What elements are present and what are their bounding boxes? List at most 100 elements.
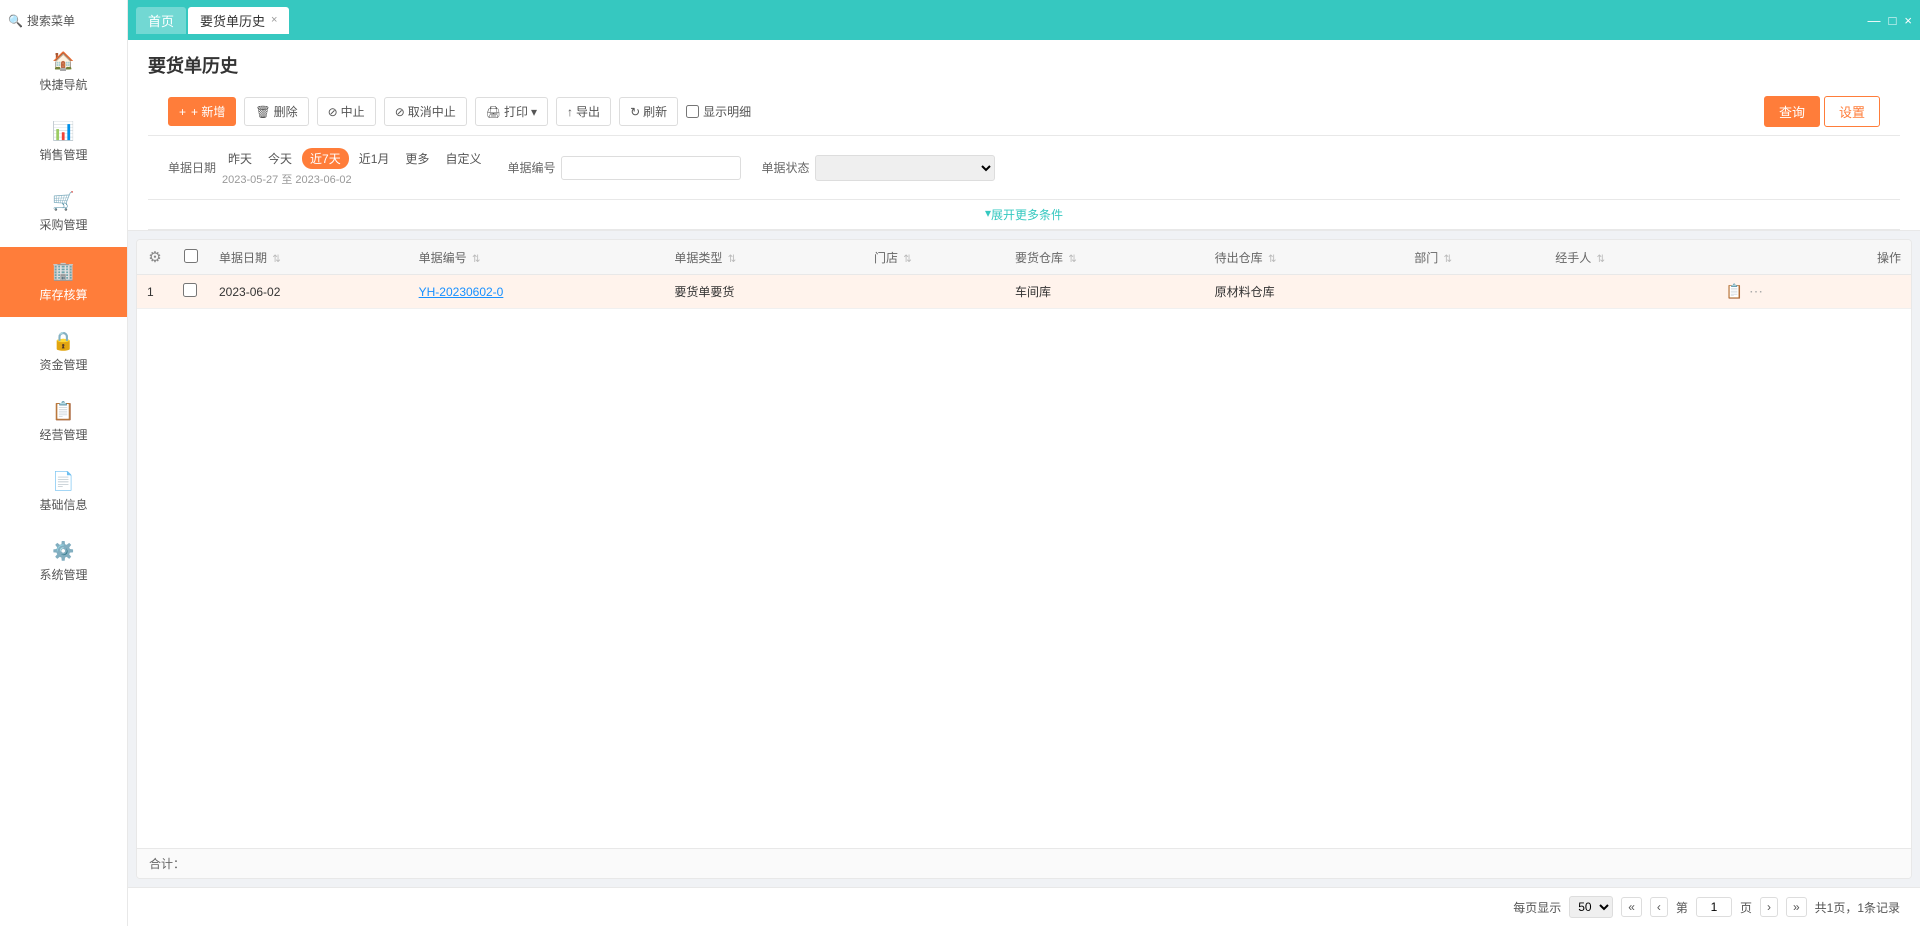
sidebar-item-purchase[interactable]: 🛒 采购管理 <box>0 177 127 247</box>
close-window-icon[interactable]: × <box>1904 13 1912 28</box>
table-footer: 合计： <box>137 848 1911 878</box>
page-input[interactable] <box>1696 897 1732 917</box>
refresh-button[interactable]: ↻ 刷新 <box>619 97 678 126</box>
operations-icon: 📋 <box>52 401 74 422</box>
sidebar-item-sales[interactable]: 📊 销售管理 <box>0 107 127 177</box>
sales-icon: 📊 <box>52 121 74 142</box>
last-page-btn[interactable]: » <box>1786 897 1807 917</box>
delete-label: 删除 <box>274 103 298 120</box>
th-date-sort-icon[interactable]: ⇅ <box>272 254 280 265</box>
sidebar-item-label: 采购管理 <box>39 216 87 233</box>
date-btn-more[interactable]: 更多 <box>399 148 435 169</box>
new-label: + 新增 <box>191 103 225 120</box>
op-icons: 📋 ⋯ <box>1726 283 1901 300</box>
doc-no-link[interactable]: YH-20230602-0 <box>419 285 504 299</box>
expand-more-button[interactable]: ▾ 展开更多条件 <box>148 200 1900 230</box>
search-icon: 🔍 <box>8 14 23 28</box>
toolbar: + + 新增 🗑 删除 ⊘ 中止 ⊘ 取消中止 🖨 打印 <box>148 88 1900 136</box>
docno-input[interactable] <box>561 156 741 180</box>
sidebar-item-finance[interactable]: 🔒 资金管理 <box>0 317 127 387</box>
suspend-button[interactable]: ⊘ 中止 <box>317 97 376 126</box>
th-pending-warehouse: 待出仓库 ⇅ <box>1205 240 1405 275</box>
finance-icon: 🔒 <box>52 331 74 352</box>
sidebar-search[interactable]: 🔍 搜索菜单 <box>0 0 127 37</box>
new-button[interactable]: + + 新增 <box>168 97 236 126</box>
per-page-select[interactable]: 50 <box>1569 896 1613 918</box>
date-btn-1month[interactable]: 近1月 <box>353 148 396 169</box>
prev-page-btn[interactable]: ‹ <box>1650 897 1668 917</box>
td-date: 2023-06-02 <box>209 275 409 309</box>
th-operations: 操作 <box>1716 240 1911 275</box>
date-btn-custom[interactable]: 自定义 <box>439 148 487 169</box>
page-suffix: 页 <box>1740 899 1752 916</box>
query-button[interactable]: 查询 <box>1764 96 1820 127</box>
td-department <box>1404 275 1545 309</box>
system-icon: ⚙️ <box>52 541 74 562</box>
op-view-icon[interactable]: 📋 <box>1726 283 1743 300</box>
refresh-label: 刷新 <box>643 103 667 120</box>
cancel-suspend-button[interactable]: ⊘ 取消中止 <box>384 97 467 126</box>
td-docno: YH-20230602-0 <box>409 275 665 309</box>
td-handler <box>1545 275 1715 309</box>
sidebar-item-label: 经营管理 <box>39 426 87 443</box>
th-handler: 经手人 ⇅ <box>1545 240 1715 275</box>
sidebar-item-inventory[interactable]: 🏢 库存核算 <box>0 247 127 317</box>
date-btn-today[interactable]: 今天 <box>262 148 298 169</box>
delete-button[interactable]: 🗑 删除 <box>244 97 308 126</box>
next-page-btn[interactable]: › <box>1760 897 1778 917</box>
sidebar-item-quick-nav[interactable]: 🏠 快捷导航 <box>0 37 127 107</box>
sidebar-item-label: 库存核算 <box>39 286 87 303</box>
th-store: 门店 ⇅ <box>864 240 1005 275</box>
tab-home[interactable]: 首页 <box>136 7 186 34</box>
th-settings: ⚙ <box>137 240 173 275</box>
minimize-icon[interactable]: — <box>1868 13 1881 28</box>
content-area: 要货单历史 + + 新增 🗑 删除 ⊘ 中止 ⊘ 取消中止 <box>128 40 1920 926</box>
date-range-display: 2023-05-27 至 2023-06-02 <box>222 171 487 187</box>
row-checkbox[interactable] <box>183 283 197 297</box>
date-btn-7days[interactable]: 近7天 <box>302 148 349 169</box>
sidebar-item-system[interactable]: ⚙️ 系统管理 <box>0 527 127 597</box>
cancel-suspend-icon: ⊘ <box>395 105 405 119</box>
display-detail-checkbox[interactable] <box>686 105 699 118</box>
tab-close-icon[interactable]: × <box>271 14 277 26</box>
td-store <box>864 275 1005 309</box>
th-department-sort-icon[interactable]: ⇅ <box>1444 254 1452 265</box>
date-btn-yesterday[interactable]: 昨天 <box>222 148 258 169</box>
home-icon: 🏠 <box>52 51 74 72</box>
inventory-icon: 🏢 <box>52 261 74 282</box>
data-table: ⚙ 单据日期 ⇅ 单据编号 ⇅ <box>137 240 1911 309</box>
status-select[interactable] <box>815 155 995 181</box>
first-page-btn[interactable]: « <box>1621 897 1642 917</box>
table-header-row: ⚙ 单据日期 ⇅ 单据编号 ⇅ <box>137 240 1911 275</box>
cancel-suspend-label: 取消中止 <box>408 103 456 120</box>
display-detail-label[interactable]: 显示明细 <box>686 103 751 120</box>
td-checkbox <box>173 275 209 309</box>
pagination-bar: 每页显示 50 « ‹ 第 页 › » 共1页，1条记录 <box>128 887 1920 926</box>
topbar-window-controls: — □ × <box>1868 13 1912 28</box>
sidebar-item-basic[interactable]: 📄 基础信息 <box>0 457 127 527</box>
print-icon: 🖨 <box>486 105 501 119</box>
page-header: 要货单历史 + + 新增 🗑 删除 ⊘ 中止 ⊘ 取消中止 <box>128 40 1920 231</box>
settings-gear-icon[interactable]: ⚙ <box>148 249 161 266</box>
tab-active[interactable]: 要货单历史 × <box>188 7 289 34</box>
per-page-label: 每页显示 <box>1513 899 1561 916</box>
select-all-checkbox[interactable] <box>184 249 198 263</box>
page-title: 要货单历史 <box>148 52 1900 78</box>
print-label: 打印 <box>504 103 528 120</box>
op-more-icon[interactable]: ⋯ <box>1749 283 1763 300</box>
th-doctype-sort-icon[interactable]: ⇅ <box>728 254 736 265</box>
export-button[interactable]: ↑ 导出 <box>556 97 611 126</box>
th-docno-sort-icon[interactable]: ⇅ <box>472 254 480 265</box>
sidebar-item-label: 系统管理 <box>39 566 87 583</box>
th-pending-warehouse-sort-icon[interactable]: ⇅ <box>1268 254 1276 265</box>
date-filter-options-col: 昨天 今天 近7天 近1月 更多 自定义 2023-05-27 至 2023-0… <box>222 148 487 187</box>
print-button[interactable]: 🖨 打印 ▾ <box>475 97 548 126</box>
th-store-sort-icon[interactable]: ⇅ <box>903 254 911 265</box>
td-doctype: 要货单要货 <box>664 275 864 309</box>
maximize-icon[interactable]: □ <box>1889 13 1897 28</box>
suspend-icon: ⊘ <box>328 105 338 119</box>
settings-button[interactable]: 设置 <box>1824 96 1880 127</box>
th-req-warehouse-sort-icon[interactable]: ⇅ <box>1068 254 1076 265</box>
sidebar-item-operations[interactable]: 📋 经营管理 <box>0 387 127 457</box>
th-handler-sort-icon[interactable]: ⇅ <box>1597 254 1605 265</box>
